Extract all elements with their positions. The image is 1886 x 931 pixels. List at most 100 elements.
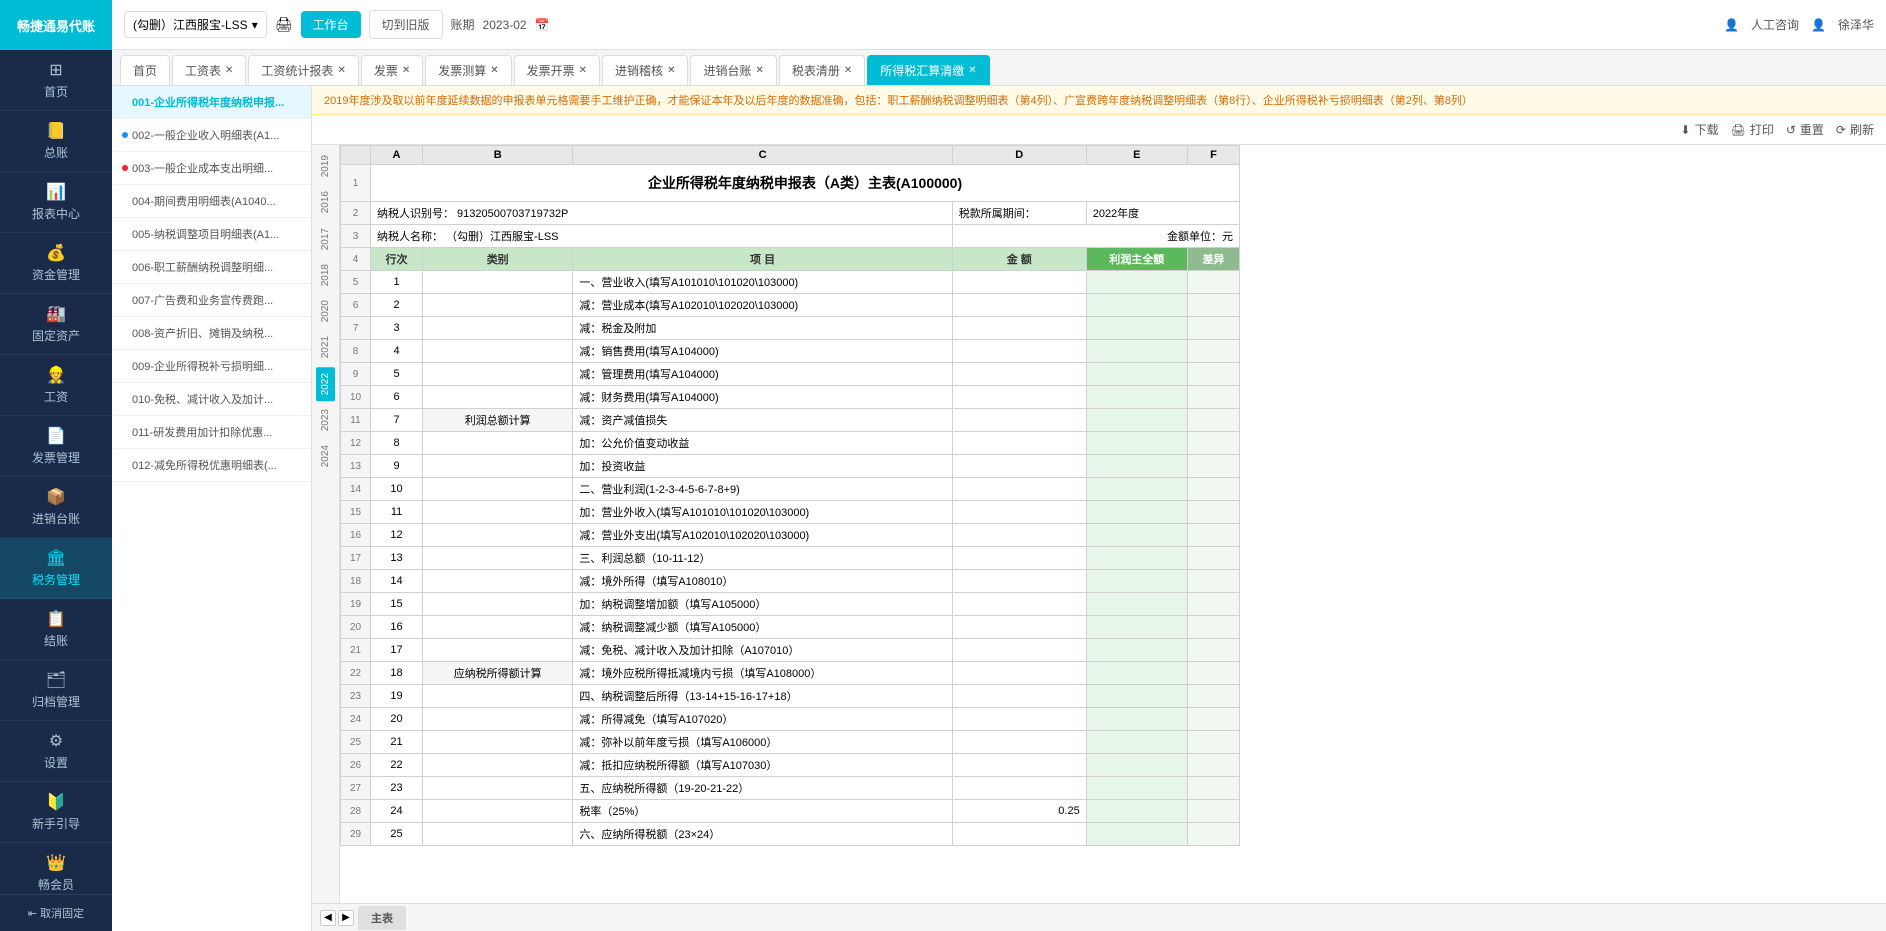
sidebar-icon: 🏭 xyxy=(46,304,66,324)
switch-old-button[interactable]: 切到旧版 xyxy=(369,10,443,39)
download-button[interactable]: ⬇ 下载 xyxy=(1681,121,1719,138)
xiangmu-cell: 减：财务费用(填写A104000) xyxy=(573,386,952,409)
bottom-tab-主表[interactable]: 主表 xyxy=(358,906,406,930)
tab-进销台账[interactable]: 进销台账✕ xyxy=(690,55,776,85)
work-table-button[interactable]: 工作台 xyxy=(301,11,361,38)
tab-close-icon[interactable]: ✕ xyxy=(844,65,852,76)
table-row: 1410二、营业利润(1-2-3-4-5-6-7-8+9) xyxy=(341,478,1240,501)
col-label: 项 目 xyxy=(573,248,952,271)
col-header: A xyxy=(371,146,423,165)
tab-工资统计报表[interactable]: 工资统计报表✕ xyxy=(248,55,358,85)
sidebar-item-归档管理[interactable]: 🗂归档管理 xyxy=(0,660,112,721)
chayi-cell xyxy=(1187,616,1239,639)
ai-service-label[interactable]: 人工咨询 xyxy=(1751,16,1799,33)
sidebar-cancel-fixed[interactable]: ⇤ 取消固定 xyxy=(0,894,112,931)
tab-close-icon[interactable]: ✕ xyxy=(667,65,675,76)
sidebar-item-固定资产[interactable]: 🏭固定资产 xyxy=(0,294,112,355)
app-logo: 畅捷通易代账 xyxy=(0,0,112,50)
form-list-item-009[interactable]: 009-企业所得税补亏损明细... xyxy=(112,350,311,383)
row-number: 16 xyxy=(341,524,371,547)
quane-cell xyxy=(952,593,1086,616)
tab-工资表[interactable]: 工资表✕ xyxy=(172,55,246,85)
sidebar-label: 畅会员 xyxy=(38,876,74,893)
year-item-2024[interactable]: 2024 xyxy=(316,439,335,473)
tab-close-icon[interactable]: ✕ xyxy=(225,65,233,76)
form-list-item-001[interactable]: 001-企业所得税年度纳税申报... xyxy=(112,86,311,119)
form-list-item-004[interactable]: 004-期间费用明细表(A1040... xyxy=(112,185,311,218)
sidebar-label: 设置 xyxy=(44,754,68,771)
company-name: (勾删）江西服宝-LSS xyxy=(133,16,248,33)
tab-close-icon[interactable]: ✕ xyxy=(579,65,587,76)
status-dot xyxy=(122,132,128,138)
form-list-item-010[interactable]: 010-免税、减计收入及加计... xyxy=(112,383,311,416)
chayi-cell xyxy=(1187,386,1239,409)
xiangmu-cell: 减：税金及附加 xyxy=(573,317,952,340)
spreadsheet-area[interactable]: ABCDEF1企业所得税年度纳税申报表（A类）主表(A100000)2纳税人识别… xyxy=(340,145,1886,903)
sidebar-item-发票管理[interactable]: 📄发票管理 xyxy=(0,416,112,477)
sidebar-item-新手引导[interactable]: 🔰新手引导 xyxy=(0,782,112,843)
company-selector[interactable]: (勾删）江西服宝-LSS ▾ xyxy=(124,11,267,38)
sidebar-item-工资[interactable]: 👷工资 xyxy=(0,355,112,416)
reset-button[interactable]: ↺ 重置 xyxy=(1786,121,1824,138)
tab-close-icon[interactable]: ✕ xyxy=(755,65,763,76)
form-list-item-006[interactable]: 006-职工薪酬纳税调整明细... xyxy=(112,251,311,284)
print-icon[interactable]: 🖨 xyxy=(275,16,293,33)
print-button[interactable]: 🖨 打印 xyxy=(1731,121,1774,138)
tab-close-icon[interactable]: ✕ xyxy=(402,65,410,76)
form-list-item-007[interactable]: 007-广告费和业务宣传费跑... xyxy=(112,284,311,317)
row-number: 17 xyxy=(341,547,371,570)
form-list-item-005[interactable]: 005-纳税调整项目明细表(A1... xyxy=(112,218,311,251)
quane-cell xyxy=(952,754,1086,777)
sidebar-item-资金管理[interactable]: 💰资金管理 xyxy=(0,233,112,294)
chayi-cell xyxy=(1187,317,1239,340)
year-item-2018[interactable]: 2018 xyxy=(316,258,335,292)
tabbar: 首页工资表✕工资统计报表✕发票✕发票测算✕发票开票✕进销稽核✕进销台账✕税表清册… xyxy=(112,50,1886,86)
form-list-item-011[interactable]: 011-研发费用加计扣除优惠... xyxy=(112,416,311,449)
sidebar-item-税务管理[interactable]: 🏛税务管理 xyxy=(0,538,112,599)
tab-发票开票[interactable]: 发票开票✕ xyxy=(514,55,600,85)
form-list-item-003[interactable]: 003-一般企业成本支出明细... xyxy=(112,152,311,185)
form-list-item-008[interactable]: 008-资产折旧、摊销及纳税... xyxy=(112,317,311,350)
sidebar-item-报表中心[interactable]: 📊报表中心 xyxy=(0,172,112,233)
sidebar-item-畅会员[interactable]: 👑畅会员 xyxy=(0,843,112,894)
xuhao-cell: 18 xyxy=(371,662,423,685)
sidebar-item-结账[interactable]: 📋结账 xyxy=(0,599,112,660)
year-item-2023[interactable]: 2023 xyxy=(316,403,335,437)
nav-right-icon[interactable]: ▶ xyxy=(338,910,354,926)
calendar-icon[interactable]: 📅 xyxy=(535,18,550,32)
sidebar-item-总账[interactable]: 📒总账 xyxy=(0,111,112,172)
tab-首页[interactable]: 首页 xyxy=(120,55,170,85)
row-number: 21 xyxy=(341,639,371,662)
nav-left-icon[interactable]: ◀ xyxy=(320,910,336,926)
year-item-2021[interactable]: 2021 xyxy=(316,330,335,364)
sidebar-icon: 💰 xyxy=(46,243,66,263)
status-dot xyxy=(122,396,128,402)
form-list-item-012[interactable]: 012-减免所得税优惠明细表(... xyxy=(112,449,311,482)
bottom-tabs: ◀ ▶ 主表 xyxy=(312,903,1886,931)
tab-税表清册[interactable]: 税表清册✕ xyxy=(779,55,865,85)
tab-close-icon[interactable]: ✕ xyxy=(337,65,345,76)
leibie-cell xyxy=(423,547,573,570)
refresh-button[interactable]: ⟳ 刷新 xyxy=(1836,121,1874,138)
sidebar-item-首页[interactable]: ⊞首页 xyxy=(0,50,112,111)
tab-close-icon[interactable]: ✕ xyxy=(490,65,498,76)
year-item-2022[interactable]: 2022 xyxy=(316,367,335,401)
xiangmu-cell: 减：营业外支出(填写A102010\102020\103000) xyxy=(573,524,952,547)
sidebar-item-设置[interactable]: ⚙设置 xyxy=(0,721,112,782)
year-item-2017[interactable]: 2017 xyxy=(316,222,335,256)
form-label: 004-期间费用明细表(A1040... xyxy=(132,193,276,209)
sidebar-item-进销台账[interactable]: 📦进销台账 xyxy=(0,477,112,538)
form-list-item-002[interactable]: 002-一般企业收入明细表(A1... xyxy=(112,119,311,152)
year-sidebar: 2019 2016 2017 2018 2020 2021 2022 2023 2024 xyxy=(312,145,340,903)
xiangmu-cell: 加：公允价值变动收益 xyxy=(573,432,952,455)
tab-发票[interactable]: 发票✕ xyxy=(361,55,423,85)
tab-发票测算[interactable]: 发票测算✕ xyxy=(425,55,511,85)
tab-close-icon[interactable]: ✕ xyxy=(968,65,976,76)
chayi-cell xyxy=(1187,685,1239,708)
year-item-2016[interactable]: 2016 xyxy=(316,185,335,219)
tab-进销稽核[interactable]: 进销稽核✕ xyxy=(602,55,688,85)
year-item-2019[interactable]: 2019 xyxy=(316,149,335,183)
year-item-2020[interactable]: 2020 xyxy=(316,294,335,328)
tab-所得税汇算清缴[interactable]: 所得税汇算清缴✕ xyxy=(867,55,989,85)
liruna-cell xyxy=(1086,708,1187,731)
